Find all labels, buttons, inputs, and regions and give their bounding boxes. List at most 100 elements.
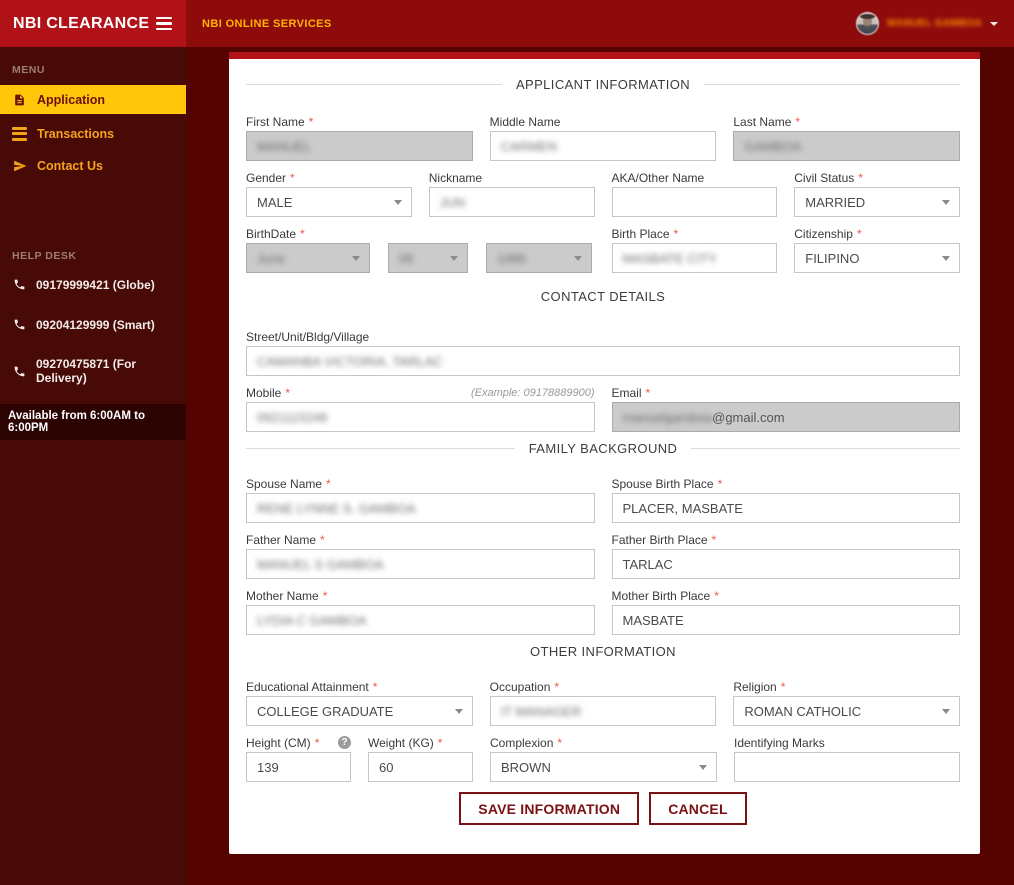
phone-number: 09204129999 (Smart) xyxy=(36,317,155,332)
save-information-button[interactable]: SAVE INFORMATION xyxy=(459,792,640,825)
required-asterisk: * xyxy=(645,385,651,400)
chevron-down-icon xyxy=(699,765,707,770)
section-title-contact-details: CONTACT DETAILS xyxy=(540,289,666,304)
last-name-label: Last Name xyxy=(733,114,792,129)
civil-status-select[interactable]: MARRIED xyxy=(794,187,960,217)
weight-input[interactable]: 60 xyxy=(368,752,473,782)
required-asterisk: * xyxy=(673,226,679,241)
chevron-down-icon xyxy=(454,709,463,714)
birth-year-select: 1986 xyxy=(486,243,592,273)
gender-label: Gender xyxy=(246,170,287,185)
aka-label: AKA/Other Name xyxy=(611,170,705,185)
gender-select[interactable]: MALE xyxy=(246,187,412,217)
chevron-down-icon xyxy=(450,256,458,261)
complexion-select[interactable]: BROWN xyxy=(490,752,717,782)
weight-label: Weight (KG) xyxy=(368,735,434,750)
citizenship-label: Citizenship xyxy=(794,226,853,241)
cancel-button[interactable]: CANCEL xyxy=(649,792,747,825)
application-form-card: APPLICANT INFORMATION First Name * MANUEL… xyxy=(229,59,980,854)
middle-name-input[interactable]: CARMEN xyxy=(489,131,717,161)
father-name-label: Father Name xyxy=(246,532,317,547)
hamburger-menu-icon[interactable] xyxy=(156,16,172,31)
help-icon[interactable]: ? xyxy=(338,736,351,749)
phone-icon xyxy=(12,364,27,379)
sidebar-item-application[interactable]: Application xyxy=(0,85,186,114)
civil-status-label: Civil Status xyxy=(794,170,855,185)
phone-number: 09179999421 (Globe) xyxy=(36,277,155,292)
education-label: Educational Attainment xyxy=(246,679,369,694)
mother-name-input[interactable]: LYDIA C GAMBOA xyxy=(246,605,595,635)
last-name-input: GAMBOA xyxy=(733,131,961,161)
middle-name-label: Middle Name xyxy=(489,114,561,129)
top-navbar: NBI CLEARANCE NBI ONLINE SERVICES MANUEL… xyxy=(0,0,1014,47)
father-name-input[interactable]: MANUEL S GAMBOA xyxy=(246,549,595,579)
chevron-down-icon xyxy=(352,256,360,261)
required-asterisk: * xyxy=(717,476,723,491)
topbar: NBI ONLINE SERVICES MANUEL GAMBOA xyxy=(186,0,1014,47)
required-asterisk: * xyxy=(372,679,378,694)
first-name-label: First Name xyxy=(246,114,305,129)
birthdate-label: BirthDate xyxy=(246,226,297,241)
street-label: Street/Unit/Bldg/Village xyxy=(246,329,370,344)
required-asterisk: * xyxy=(714,588,719,603)
section-title-family-background: FAMILY BACKGROUND xyxy=(246,441,960,456)
paper-plane-icon xyxy=(12,158,27,173)
height-input[interactable]: 139 xyxy=(246,752,351,782)
required-asterisk: * xyxy=(285,385,291,400)
sidebar-item-transactions[interactable]: Transactions xyxy=(0,121,186,146)
chevron-down-icon xyxy=(942,200,950,205)
document-icon xyxy=(12,92,27,107)
required-asterisk: * xyxy=(554,679,560,694)
nickname-input[interactable]: JUN xyxy=(428,187,595,217)
nav-title: NBI ONLINE SERVICES xyxy=(202,17,332,30)
chevron-down-icon xyxy=(942,256,950,261)
birth-place-label: Birth Place xyxy=(611,226,670,241)
spouse-birth-place-input[interactable]: PLACER, MASBATE xyxy=(611,493,960,523)
main-content: APPLICANT INFORMATION First Name * MANUEL… xyxy=(229,52,980,854)
nickname-label: Nickname xyxy=(428,170,483,185)
phone-icon xyxy=(12,317,27,332)
father-birth-place-input[interactable]: TARLAC xyxy=(611,549,960,579)
required-asterisk: * xyxy=(320,532,325,547)
chevron-down-icon xyxy=(990,21,998,26)
phone-icon xyxy=(12,277,27,292)
user-name: MANUEL GAMBOA xyxy=(887,18,982,29)
sidebar-item-label: Application xyxy=(37,92,106,107)
brand-block: NBI CLEARANCE xyxy=(0,0,186,47)
spouse-name-input[interactable]: RENE LYNNE S. GAMBOA xyxy=(246,493,595,523)
required-asterisk: * xyxy=(795,114,801,129)
user-menu[interactable]: MANUEL GAMBOA xyxy=(856,12,998,35)
sidebar-item-label: Transactions xyxy=(37,126,115,141)
availability-banner: Available from 6:00AM to 6:00PM xyxy=(0,404,186,440)
required-asterisk: * xyxy=(437,735,443,750)
aka-input[interactable] xyxy=(611,187,778,217)
sidebar-item-contact-us[interactable]: Contact Us xyxy=(0,153,186,178)
citizenship-select[interactable]: FILIPINO xyxy=(794,243,960,273)
occupation-input[interactable]: IT MANAGER xyxy=(489,696,717,726)
chevron-down-icon xyxy=(942,709,951,714)
mother-birth-place-input[interactable]: MASBATE xyxy=(611,605,960,635)
mobile-input[interactable]: 0921115248 xyxy=(246,402,595,432)
education-select[interactable]: COLLEGE GRADUATE xyxy=(246,696,473,726)
identifying-marks-label: Identifying Marks xyxy=(734,735,825,750)
required-asterisk: * xyxy=(557,735,563,750)
mother-birth-place-label: Mother Birth Place xyxy=(611,588,711,603)
required-asterisk: * xyxy=(290,170,295,185)
helpdesk-phone-globe: 09179999421 (Globe) xyxy=(0,271,186,298)
street-input[interactable]: CAMANBA VICTORIA, TARLAC xyxy=(246,346,960,376)
identifying-marks-input[interactable] xyxy=(734,752,960,782)
list-bars-icon xyxy=(12,126,27,141)
required-asterisk: * xyxy=(300,226,305,241)
required-asterisk: * xyxy=(780,679,786,694)
religion-label: Religion xyxy=(733,679,777,694)
sidebar-item-label: Contact Us xyxy=(37,158,103,173)
helpdesk-section-label: HELP DESK xyxy=(12,250,77,262)
mother-name-label: Mother Name xyxy=(246,588,319,603)
birth-place-input[interactable]: MASBATE CITY xyxy=(611,243,778,273)
phone-number: 09270475871 (For Delivery) xyxy=(36,357,137,385)
required-asterisk: * xyxy=(711,532,717,547)
religion-select[interactable]: ROMAN CATHOLIC xyxy=(733,696,961,726)
required-asterisk: * xyxy=(322,588,328,603)
mobile-example-hint: (Example: 09178889900) xyxy=(470,386,595,399)
email-input: manuelgamboa @gmail.com xyxy=(611,402,960,432)
